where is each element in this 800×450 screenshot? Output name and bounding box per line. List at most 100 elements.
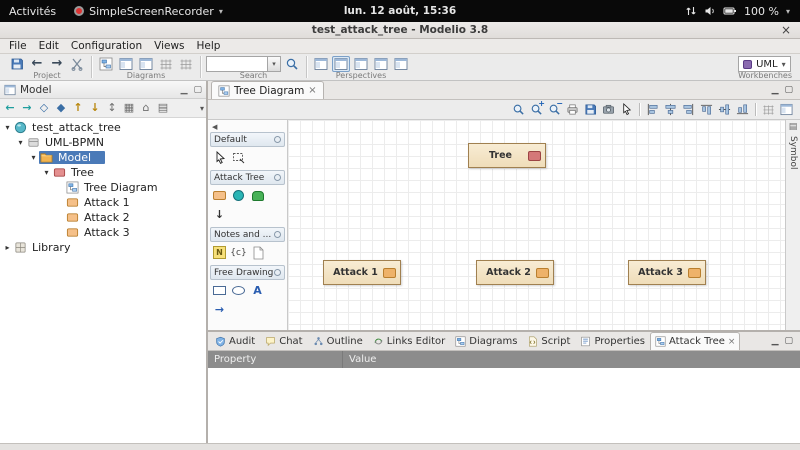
align-right-icon[interactable] bbox=[680, 101, 697, 118]
constraint-tool-icon[interactable]: {c} bbox=[231, 245, 246, 260]
diagram-canvas[interactable]: Tree Attack 1 Attack 2 Attack 3 bbox=[288, 120, 785, 330]
search-icon[interactable] bbox=[283, 56, 301, 72]
tree-item-attack-2[interactable]: Attack 2 bbox=[0, 210, 206, 225]
move-up-icon[interactable]: ↑ bbox=[70, 100, 86, 116]
align-top-icon[interactable] bbox=[698, 101, 715, 118]
app-indicator[interactable]: SimpleScreenRecorder ▾ bbox=[65, 0, 232, 22]
align-bottom-icon[interactable] bbox=[734, 101, 751, 118]
text-tool-icon[interactable]: A bbox=[250, 283, 265, 298]
align-center-icon[interactable] bbox=[662, 101, 679, 118]
perspective-diagram-icon[interactable] bbox=[332, 56, 350, 72]
rectangle-tool-icon[interactable] bbox=[212, 283, 227, 298]
page-setup-icon[interactable] bbox=[778, 101, 795, 118]
view-menu-icon[interactable]: ▾ bbox=[200, 104, 204, 113]
property-table-body[interactable] bbox=[208, 368, 800, 443]
tree-item-project[interactable]: ▾ test_attack_tree bbox=[0, 120, 206, 135]
tab-tree-diagram[interactable]: Tree Diagram × bbox=[211, 81, 324, 99]
expander-icon[interactable]: ▾ bbox=[15, 138, 26, 147]
maximize-icon[interactable]: ▢ bbox=[193, 85, 202, 95]
section-toggle-icon[interactable] bbox=[274, 136, 281, 143]
minimize-icon[interactable]: ▁ bbox=[181, 85, 188, 95]
or-node-tool-icon[interactable] bbox=[231, 188, 246, 203]
palette-section-header[interactable]: Free Drawing bbox=[210, 265, 285, 280]
snapshot-icon[interactable] bbox=[600, 101, 617, 118]
palette-section-header[interactable]: Notes and ... bbox=[210, 227, 285, 242]
section-toggle-icon[interactable] bbox=[274, 231, 281, 238]
section-toggle-icon[interactable] bbox=[274, 174, 281, 181]
tab-diagrams[interactable]: Diagrams bbox=[450, 333, 522, 350]
align-middle-icon[interactable] bbox=[716, 101, 733, 118]
menu-views[interactable]: Views bbox=[148, 40, 190, 52]
diagram-node-attack-1[interactable]: Attack 1 bbox=[323, 260, 401, 285]
navigate-forward-icon[interactable]: → bbox=[48, 56, 66, 72]
document-tool-icon[interactable] bbox=[250, 245, 265, 260]
tab-attack-tree[interactable]: Attack Tree× bbox=[650, 332, 740, 350]
menu-help[interactable]: Help bbox=[191, 40, 227, 52]
menu-edit[interactable]: Edit bbox=[33, 40, 65, 52]
tab-outline[interactable]: Outline bbox=[308, 333, 368, 350]
class-diagram-icon[interactable] bbox=[117, 56, 135, 72]
new-diagram-icon[interactable] bbox=[97, 56, 115, 72]
align-left-icon[interactable] bbox=[644, 101, 661, 118]
zoom-in-icon[interactable]: + bbox=[528, 101, 545, 118]
maximize-icon[interactable]: ▢ bbox=[784, 85, 793, 95]
minimize-icon[interactable]: ▁ bbox=[772, 336, 779, 346]
line-tool-icon[interactable]: → bbox=[212, 302, 227, 317]
system-tray[interactable]: 100 % ▾ bbox=[685, 5, 800, 18]
minimize-icon[interactable]: ▁ bbox=[772, 85, 779, 95]
activities-button[interactable]: Activités bbox=[0, 0, 65, 22]
tree-item-uml-bpmn[interactable]: ▾ UML-BPMN bbox=[0, 135, 206, 150]
tree-item-attack-1[interactable]: Attack 1 bbox=[0, 195, 206, 210]
perspective-development-icon[interactable] bbox=[372, 56, 390, 72]
diagram-node-tree[interactable]: Tree bbox=[468, 143, 546, 168]
tab-properties[interactable]: Properties bbox=[575, 333, 650, 350]
search-dropdown-icon[interactable]: ▾ bbox=[268, 56, 281, 72]
palette-collapse-icon[interactable]: ◀ bbox=[210, 123, 217, 131]
perspective-custom-icon[interactable] bbox=[392, 56, 410, 72]
and-node-tool-icon[interactable] bbox=[250, 188, 265, 203]
menu-configuration[interactable]: Configuration bbox=[65, 40, 148, 52]
perspective-model-icon[interactable] bbox=[312, 56, 330, 72]
value-column-header[interactable]: Value bbox=[343, 351, 800, 368]
move-down-icon[interactable]: ↓ bbox=[87, 100, 103, 116]
clock[interactable]: lun. 12 août, 15:36 bbox=[344, 5, 456, 17]
tree-item-library[interactable]: ▸ Library bbox=[0, 240, 206, 255]
tab-close-icon[interactable]: × bbox=[728, 337, 736, 347]
save-icon[interactable] bbox=[8, 56, 26, 72]
menu-file[interactable]: File bbox=[3, 40, 33, 52]
matrix-icon[interactable] bbox=[157, 56, 175, 72]
tab-script[interactable]: Script bbox=[522, 333, 575, 350]
show-diagram-links-icon[interactable]: ◇ bbox=[36, 100, 52, 116]
expander-icon[interactable]: ▾ bbox=[2, 123, 13, 132]
property-column-header[interactable]: Property bbox=[208, 351, 343, 368]
symbol-panel-tab[interactable]: ▤ Symbol bbox=[785, 120, 800, 330]
ellipse-tool-icon[interactable] bbox=[231, 283, 246, 298]
window-titlebar[interactable]: test_attack_tree - Modelio 3.8 × bbox=[0, 22, 800, 39]
search-input[interactable] bbox=[206, 56, 268, 72]
link-tool-icon[interactable]: ↓ bbox=[212, 207, 227, 222]
navigate-back-icon[interactable]: ← bbox=[28, 56, 46, 72]
flat-view-icon[interactable]: ▦ bbox=[121, 100, 137, 116]
select-tool-icon[interactable] bbox=[212, 150, 227, 165]
browse-forward-icon[interactable]: → bbox=[19, 100, 35, 116]
collapse-all-icon[interactable]: ▤ bbox=[155, 100, 171, 116]
palette-section-header[interactable]: Attack Tree bbox=[210, 170, 285, 185]
palette-section-header[interactable]: Default bbox=[210, 132, 285, 147]
table-icon[interactable] bbox=[177, 56, 195, 72]
diagram-node-attack-3[interactable]: Attack 3 bbox=[628, 260, 706, 285]
expander-icon[interactable]: ▾ bbox=[41, 168, 52, 177]
tab-audit[interactable]: Audit bbox=[210, 333, 260, 350]
save-image-icon[interactable] bbox=[582, 101, 599, 118]
perspective-analysis-icon[interactable] bbox=[352, 56, 370, 72]
tab-chat[interactable]: Chat bbox=[260, 333, 307, 350]
print-icon[interactable] bbox=[564, 101, 581, 118]
sequence-diagram-icon[interactable] bbox=[137, 56, 155, 72]
grid-toggle-icon[interactable] bbox=[760, 101, 777, 118]
select-mode-icon[interactable] bbox=[618, 101, 635, 118]
home-icon[interactable]: ⌂ bbox=[138, 100, 154, 116]
expander-icon[interactable]: ▾ bbox=[28, 153, 39, 162]
tab-links-editor[interactable]: Links Editor bbox=[368, 333, 450, 350]
tree-item-model[interactable]: ▾ Model bbox=[0, 150, 206, 165]
expander-icon[interactable]: ▸ bbox=[2, 243, 13, 252]
diagram-node-attack-2[interactable]: Attack 2 bbox=[476, 260, 554, 285]
